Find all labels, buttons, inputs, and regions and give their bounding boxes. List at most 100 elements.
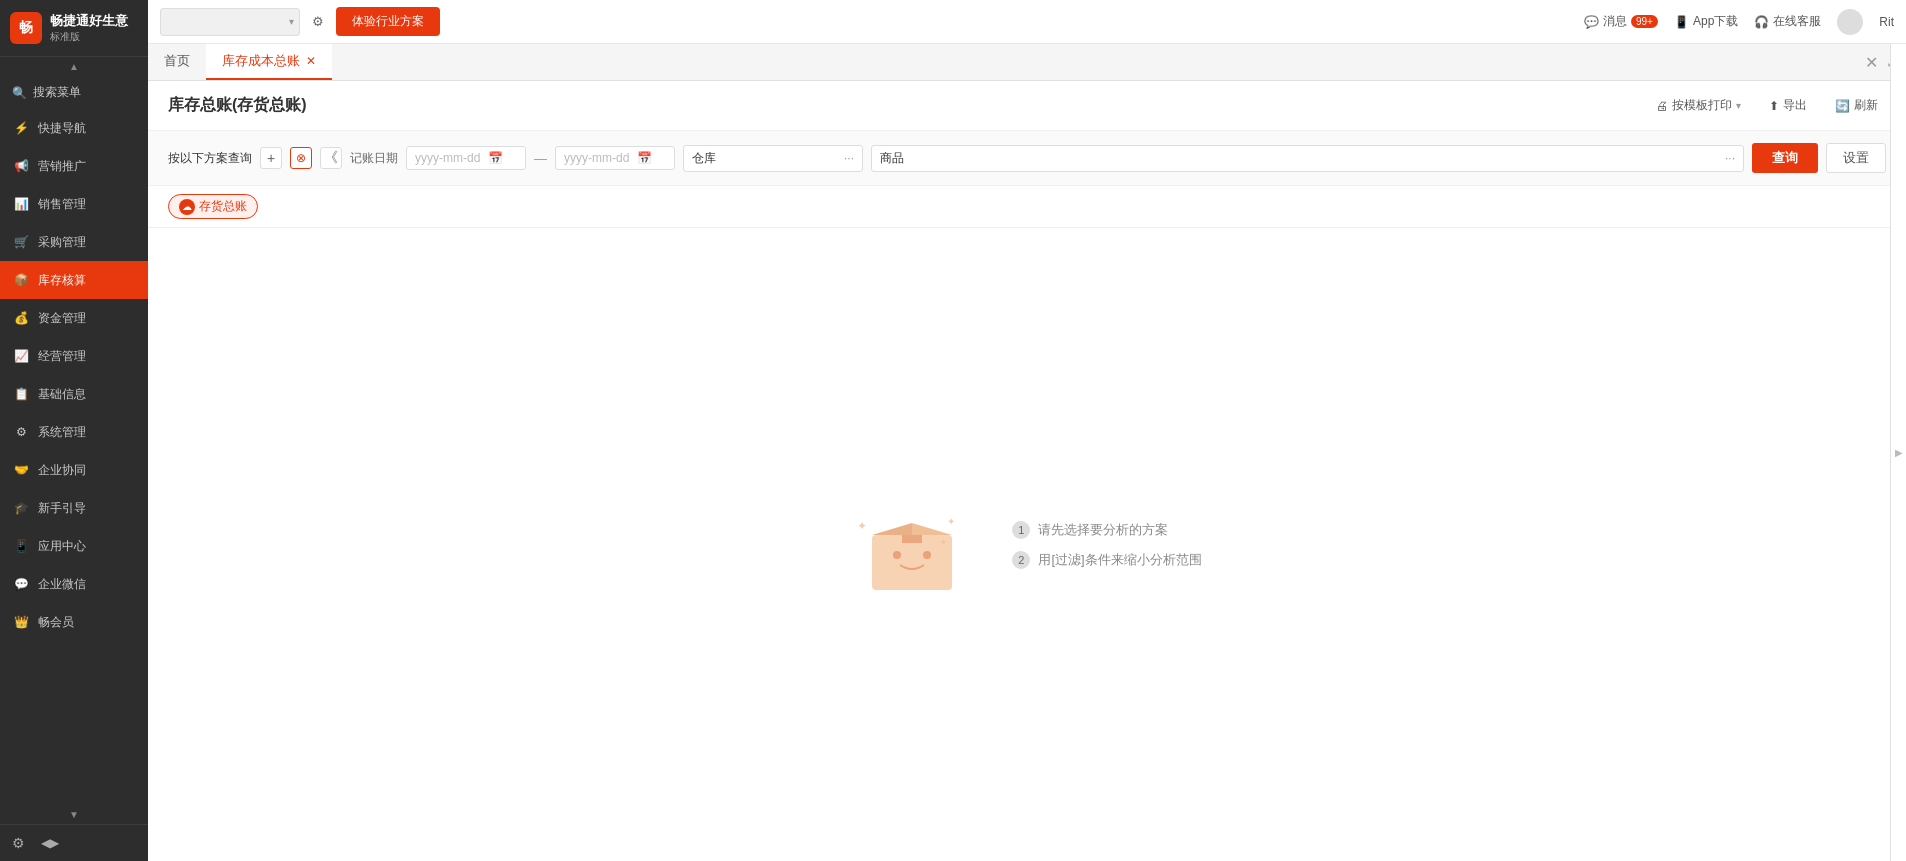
- message-badge: 99+: [1631, 15, 1658, 28]
- clipboard-icon: 📋: [12, 385, 30, 403]
- empty-illustration-svg: ✦ ✦ ✦: [852, 485, 972, 605]
- svg-text:✦: ✦: [947, 516, 955, 527]
- topbar-settings-button[interactable]: ⚙: [304, 8, 332, 36]
- sidebar-item-cooperation[interactable]: 🤝 企业协同: [0, 451, 148, 489]
- page-actions: 🖨 按模板打印 ▾ ⬆ 导出 🔄 刷新: [1648, 93, 1886, 118]
- sidebar-item-basic-info[interactable]: 📋 基础信息: [0, 375, 148, 413]
- megaphone-icon: 📢: [12, 157, 30, 175]
- breadcrumb-input[interactable]: [160, 8, 300, 36]
- phone-icon: 📱: [12, 537, 30, 555]
- sidebar-item-inventory[interactable]: 📦 库存核算: [0, 261, 148, 299]
- sidebar-item-tutorial[interactable]: 🎓 新手引导: [0, 489, 148, 527]
- sidebar-item-finance[interactable]: 💰 资金管理: [0, 299, 148, 337]
- gear-icon: ⚙: [12, 423, 30, 441]
- crown-icon: 👑: [12, 613, 30, 631]
- filter-delete-button[interactable]: ⊗: [290, 147, 312, 169]
- graduate-icon: 🎓: [12, 499, 30, 517]
- query-button[interactable]: 查询: [1752, 143, 1818, 173]
- date-end-input[interactable]: yyyy-mm-dd 📅: [555, 146, 675, 170]
- trend-icon: 📈: [12, 347, 30, 365]
- message-icon: 💬: [1584, 15, 1599, 29]
- svg-text:✦: ✦: [940, 538, 947, 547]
- sidebar-item-appstore[interactable]: 📱 应用中心: [0, 527, 148, 565]
- tab-inventory-ledger[interactable]: 库存成本总账 ✕: [206, 44, 332, 80]
- print-button[interactable]: 🖨 按模板打印 ▾: [1648, 93, 1749, 118]
- user-avatar[interactable]: [1837, 9, 1863, 35]
- sidebar-item-wechat[interactable]: 💬 企业微信: [0, 565, 148, 603]
- product-select[interactable]: 商品 ···: [871, 145, 1744, 172]
- step-1-num: 1: [1012, 521, 1030, 539]
- svg-marker-2: [912, 523, 952, 535]
- app-logo: 畅 畅捷通好生意 标准版: [0, 0, 148, 57]
- empty-state: ✦ ✦ ✦ 1 请先选择要分析的方案 2 用[过滤]条件来缩小分析范: [148, 228, 1906, 861]
- sidebar-item-operations[interactable]: 📈 经营管理: [0, 337, 148, 375]
- svg-point-5: [923, 551, 931, 559]
- export-button[interactable]: ⬆ 导出: [1761, 93, 1815, 118]
- settings-bottom-icon[interactable]: ⚙: [12, 835, 25, 851]
- empty-illustration: ✦ ✦ ✦: [852, 485, 972, 605]
- date-separator: —: [534, 151, 547, 166]
- export-icon: ⬆: [1769, 99, 1779, 113]
- sidebar: 畅 畅捷通好生意 标准版 ▲ 🔍 搜索菜单 ⚡ 快捷导航 📢 营销推广 📊 销售…: [0, 0, 148, 861]
- warehouse-more-icon: ···: [844, 151, 854, 165]
- sidebar-scroll-up[interactable]: ▲: [0, 57, 148, 76]
- logo-text: 畅捷通好生意 标准版: [50, 12, 128, 44]
- main-area: ▾ ⚙ 体验行业方案 💬 消息 99+ 📱 App下载 🎧 在线客服 Rit: [148, 0, 1906, 861]
- headset-icon: 🎧: [1754, 15, 1769, 29]
- panel-close-button[interactable]: ✕: [1865, 53, 1878, 72]
- chevron-down-icon: ▾: [289, 16, 294, 27]
- empty-step-2: 2 用[过滤]条件来缩小分析范围: [1012, 551, 1201, 569]
- sidebar-item-member[interactable]: 👑 畅会员: [0, 603, 148, 641]
- cart-icon: 🛒: [12, 233, 30, 251]
- breadcrumb: ▾ ⚙ 体验行业方案: [160, 7, 1576, 36]
- money-icon: 💰: [12, 309, 30, 327]
- handshake-icon: 🤝: [12, 461, 30, 479]
- panel-expand-icon: ▶: [1895, 447, 1903, 458]
- refresh-button[interactable]: 🔄 刷新: [1827, 93, 1886, 118]
- sidebar-bottom: ⚙ ◀▶: [0, 824, 148, 861]
- sidebar-search[interactable]: 🔍 搜索菜单: [0, 76, 148, 109]
- chart-icon: 📊: [12, 195, 30, 213]
- sidebar-item-sales[interactable]: 📊 销售管理: [0, 185, 148, 223]
- date-label: 记账日期: [350, 150, 398, 167]
- warehouse-select[interactable]: 仓库 ···: [683, 145, 863, 172]
- page-header: 库存总账(存货总账) 🖨 按模板打印 ▾ ⬆ 导出 🔄 刷新: [148, 81, 1906, 131]
- message-item[interactable]: 💬 消息 99+: [1584, 13, 1658, 30]
- sidebar-item-quick-nav[interactable]: ⚡ 快捷导航: [0, 109, 148, 147]
- right-panel-toggle[interactable]: ▶: [1890, 44, 1906, 861]
- tab-close-icon[interactable]: ✕: [306, 54, 316, 68]
- filter-collapse-button[interactable]: 《: [320, 147, 342, 169]
- filter-add-button[interactable]: +: [260, 147, 282, 169]
- calendar-start-icon: 📅: [488, 151, 503, 165]
- settings-button[interactable]: 设置: [1826, 143, 1886, 173]
- filter-label: 按以下方案查询: [168, 150, 252, 167]
- empty-steps-list: 1 请先选择要分析的方案 2 用[过滤]条件来缩小分析范围: [1012, 521, 1201, 569]
- online-service-item[interactable]: 🎧 在线客服: [1754, 13, 1821, 30]
- sidebar-nav: ⚡ 快捷导航 📢 营销推广 📊 销售管理 🛒 采购管理 📦 库存核算 💰 资金管…: [0, 109, 148, 805]
- box-icon: 📦: [12, 271, 30, 289]
- sidebar-item-marketing[interactable]: 📢 营销推广: [0, 147, 148, 185]
- calendar-end-icon: 📅: [637, 151, 652, 165]
- search-icon: 🔍: [12, 86, 27, 100]
- sidebar-item-system[interactable]: ⚙ 系统管理: [0, 413, 148, 451]
- svg-rect-3: [902, 535, 922, 543]
- date-start-input[interactable]: yyyy-mm-dd 📅: [406, 146, 526, 170]
- logo-icon: 畅: [10, 12, 42, 44]
- breadcrumb-wrapper: ▾: [160, 8, 300, 36]
- print-dropdown-icon: ▾: [1736, 100, 1741, 111]
- filter-bar: 按以下方案查询 + ⊗ 《 记账日期 yyyy-mm-dd 📅 — yyyy-m…: [148, 131, 1906, 186]
- app-download-item[interactable]: 📱 App下载: [1674, 13, 1738, 30]
- step-2-num: 2: [1012, 551, 1030, 569]
- print-icon: 🖨: [1656, 99, 1668, 113]
- sub-filter-tag[interactable]: ☁ 存货总账: [168, 194, 258, 219]
- phone-download-icon: 📱: [1674, 15, 1689, 29]
- user-name: Rit: [1879, 15, 1894, 29]
- collapse-icon[interactable]: ◀▶: [41, 836, 59, 850]
- settings-icon: ⚙: [312, 14, 324, 29]
- refresh-icon: 🔄: [1835, 99, 1850, 113]
- trial-button[interactable]: 体验行业方案: [336, 7, 440, 36]
- tab-bar: 首页 库存成本总账 ✕ ✕ ⤢: [148, 44, 1906, 81]
- sidebar-scroll-down[interactable]: ▼: [0, 805, 148, 824]
- sidebar-item-purchase[interactable]: 🛒 采购管理: [0, 223, 148, 261]
- tab-home[interactable]: 首页: [148, 44, 206, 80]
